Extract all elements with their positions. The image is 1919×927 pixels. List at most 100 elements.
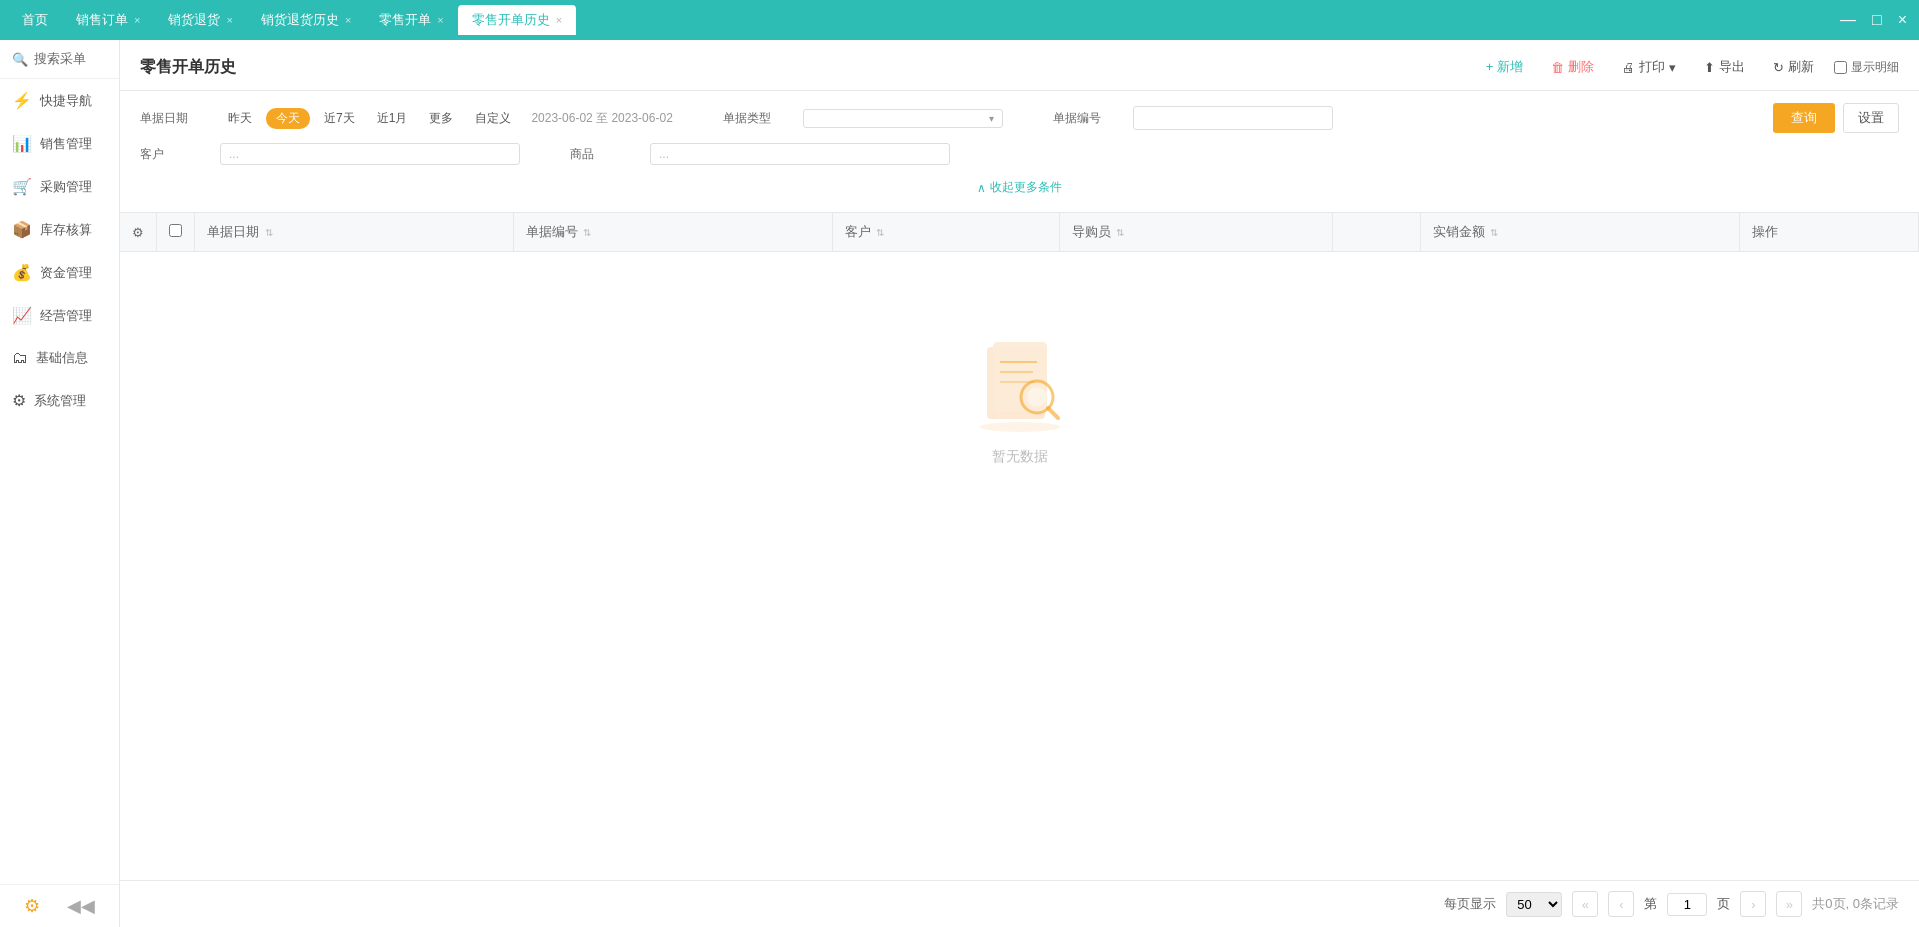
customer-label: 客户	[140, 146, 200, 163]
date-opt-today[interactable]: 今天	[266, 108, 310, 129]
sort-date-icon: ⇅	[265, 227, 273, 238]
th-config: ⚙	[120, 213, 157, 252]
tab-sales-return-history[interactable]: 销货退货历史 ×	[247, 5, 365, 35]
add-button[interactable]: + 新增	[1478, 54, 1531, 80]
tab-close-retail-open-history[interactable]: ×	[556, 14, 562, 26]
sidebar-item-base-info[interactable]: 🗂 基础信息	[0, 337, 119, 379]
sort-amount-icon: ⇅	[1490, 227, 1498, 238]
last-page-btn[interactable]: »	[1776, 891, 1802, 917]
prev-page-btn[interactable]: ‹	[1608, 891, 1634, 917]
tab-sales-return[interactable]: 销货退货 ×	[154, 5, 246, 35]
display-detail-checkbox[interactable]: 显示明细	[1834, 59, 1899, 76]
date-opt-last1month[interactable]: 近1月	[369, 108, 416, 129]
toolbar: + 新增 🗑 删除 🖨 打印 ▾ ⬆ 导出 ↻ 刷新	[1478, 54, 1899, 80]
sidebar-item-system-mgmt[interactable]: ⚙ 系统管理	[0, 379, 119, 422]
sidebar-settings-icon[interactable]: ⚙	[24, 895, 40, 917]
th-date[interactable]: 单据日期 ⇅	[195, 213, 514, 252]
date-opt-yesterday[interactable]: 昨天	[220, 108, 260, 129]
per-page-select[interactable]: 50 10 20 100	[1506, 892, 1562, 917]
date-range-text: 2023-06-02 至 2023-06-02	[531, 110, 672, 127]
inventory-icon: 📦	[12, 220, 32, 239]
delete-icon: 🗑	[1551, 60, 1564, 75]
svg-line-8	[1048, 408, 1058, 418]
table-wrapper: ⚙ 单据日期 ⇅ 单据编号 ⇅	[120, 213, 1919, 880]
goods-placeholder: ...	[659, 147, 669, 161]
tab-close-retail-open[interactable]: ×	[437, 14, 443, 26]
refresh-button[interactable]: ↻ 刷新	[1765, 54, 1822, 80]
total-info: 共0页, 0条记录	[1812, 895, 1899, 913]
tab-sales-order[interactable]: 销售订单 ×	[62, 5, 154, 35]
tab-retail-open-history[interactable]: 零售开单历史 ×	[458, 5, 576, 35]
bill-type-select[interactable]: ▾	[803, 109, 1003, 128]
export-button[interactable]: ⬆ 导出	[1696, 54, 1753, 80]
collapse-arrow-icon: ∧	[977, 181, 986, 195]
collapse-btn[interactable]: ∧ 收起更多条件	[140, 175, 1899, 200]
tab-close-sales-return[interactable]: ×	[226, 14, 232, 26]
th-action: 操作	[1739, 213, 1918, 252]
pagination-bar: 每页显示 50 10 20 100 « ‹ 第 页 › » 共0页, 0条记录	[120, 880, 1919, 927]
next-page-btn[interactable]: ›	[1740, 891, 1766, 917]
bill-type-label: 单据类型	[723, 110, 783, 127]
page-title: 零售开单历史	[140, 57, 236, 78]
query-button[interactable]: 查询	[1773, 103, 1835, 133]
sidebar-collapse-icon[interactable]: ◀◀	[67, 895, 95, 917]
tab-close-sales-return-history[interactable]: ×	[345, 14, 351, 26]
main-layout: 搜索采单 ⚡ 快捷导航 📊 销售管理 🛒 采购管理 📦 库存核算 💰 资金管理	[0, 40, 1919, 927]
config-icon[interactable]: ⚙	[132, 225, 144, 240]
sidebar-item-inventory-calc[interactable]: 📦 库存核算	[0, 208, 119, 251]
page-header: 零售开单历史 + 新增 🗑 删除 🖨 打印 ▾ ⬆ 导出	[120, 40, 1919, 91]
select-all-checkbox[interactable]	[169, 224, 182, 237]
window-minimize-btn[interactable]: —	[1836, 11, 1860, 29]
system-icon: ⚙	[12, 391, 26, 410]
filter-row-1: 单据日期 昨天 今天 近7天 近1月 更多 自定义 2023-06-02 至 2…	[140, 103, 1899, 133]
purchase-icon: 🛒	[12, 177, 32, 196]
sort-customer-icon: ⇅	[876, 227, 884, 238]
th-amount[interactable]: 实销金额 ⇅	[1420, 213, 1739, 252]
sidebar-search[interactable]: 搜索采单	[0, 40, 119, 79]
th-guide[interactable]: 导购员 ⇅	[1059, 213, 1332, 252]
print-button[interactable]: 🖨 打印 ▾	[1614, 54, 1684, 80]
window-controls: — □ ×	[1836, 11, 1911, 29]
svg-point-7	[1027, 387, 1047, 407]
window-maximize-btn[interactable]: □	[1868, 11, 1886, 29]
tab-home[interactable]: 首页	[8, 5, 62, 35]
window-close-btn[interactable]: ×	[1894, 11, 1911, 29]
th-bill-no[interactable]: 单据编号 ⇅	[513, 213, 832, 252]
top-tabbar: 首页 销售订单 × 销货退货 × 销货退货历史 × 零售开单 × 零售开单历史 …	[0, 0, 1919, 40]
date-opt-more[interactable]: 更多	[421, 108, 461, 129]
sidebar-item-purchase-mgmt[interactable]: 🛒 采购管理	[0, 165, 119, 208]
sidebar-menu: ⚡ 快捷导航 📊 销售管理 🛒 采购管理 📦 库存核算 💰 资金管理 📈	[0, 79, 119, 884]
bill-no-label: 单据编号	[1053, 110, 1113, 127]
search-icon	[12, 52, 28, 67]
goods-select[interactable]: ...	[650, 143, 950, 165]
sidebar-bottom: ⚙ ◀◀	[0, 884, 119, 927]
tab-close-sales-order[interactable]: ×	[134, 14, 140, 26]
svg-point-0	[980, 422, 1060, 432]
content-area: 零售开单历史 + 新增 🗑 删除 🖨 打印 ▾ ⬆ 导出	[120, 40, 1919, 927]
export-icon: ⬆	[1704, 60, 1715, 75]
print-icon: 🖨	[1622, 60, 1635, 75]
sidebar-item-sales-mgmt[interactable]: 📊 销售管理	[0, 122, 119, 165]
sidebar-item-biz-mgmt[interactable]: 📈 经营管理	[0, 294, 119, 337]
first-page-btn[interactable]: «	[1572, 891, 1598, 917]
th-check	[157, 213, 195, 252]
delete-button[interactable]: 🗑 删除	[1543, 54, 1602, 80]
page-label-suffix: 页	[1717, 895, 1730, 913]
date-opt-custom[interactable]: 自定义	[467, 108, 519, 129]
settings-button[interactable]: 设置	[1843, 103, 1899, 133]
data-table: ⚙ 单据日期 ⇅ 单据编号 ⇅	[120, 213, 1919, 252]
customer-select[interactable]: ...	[220, 143, 520, 165]
display-detail-input[interactable]	[1834, 61, 1847, 74]
bill-type-arrow-icon: ▾	[989, 113, 994, 124]
tab-retail-open[interactable]: 零售开单 ×	[365, 5, 457, 35]
page-input[interactable]	[1667, 893, 1707, 916]
page-label-prefix: 第	[1644, 895, 1657, 913]
sidebar-item-finance-mgmt[interactable]: 💰 资金管理	[0, 251, 119, 294]
sort-guide-icon: ⇅	[1116, 227, 1124, 238]
th-spacer	[1332, 213, 1420, 252]
sort-bill-no-icon: ⇅	[583, 227, 591, 238]
th-customer[interactable]: 客户 ⇅	[832, 213, 1059, 252]
bill-no-input[interactable]	[1133, 106, 1333, 130]
date-opt-last7[interactable]: 近7天	[316, 108, 363, 129]
sidebar-item-quick-nav[interactable]: ⚡ 快捷导航	[0, 79, 119, 122]
